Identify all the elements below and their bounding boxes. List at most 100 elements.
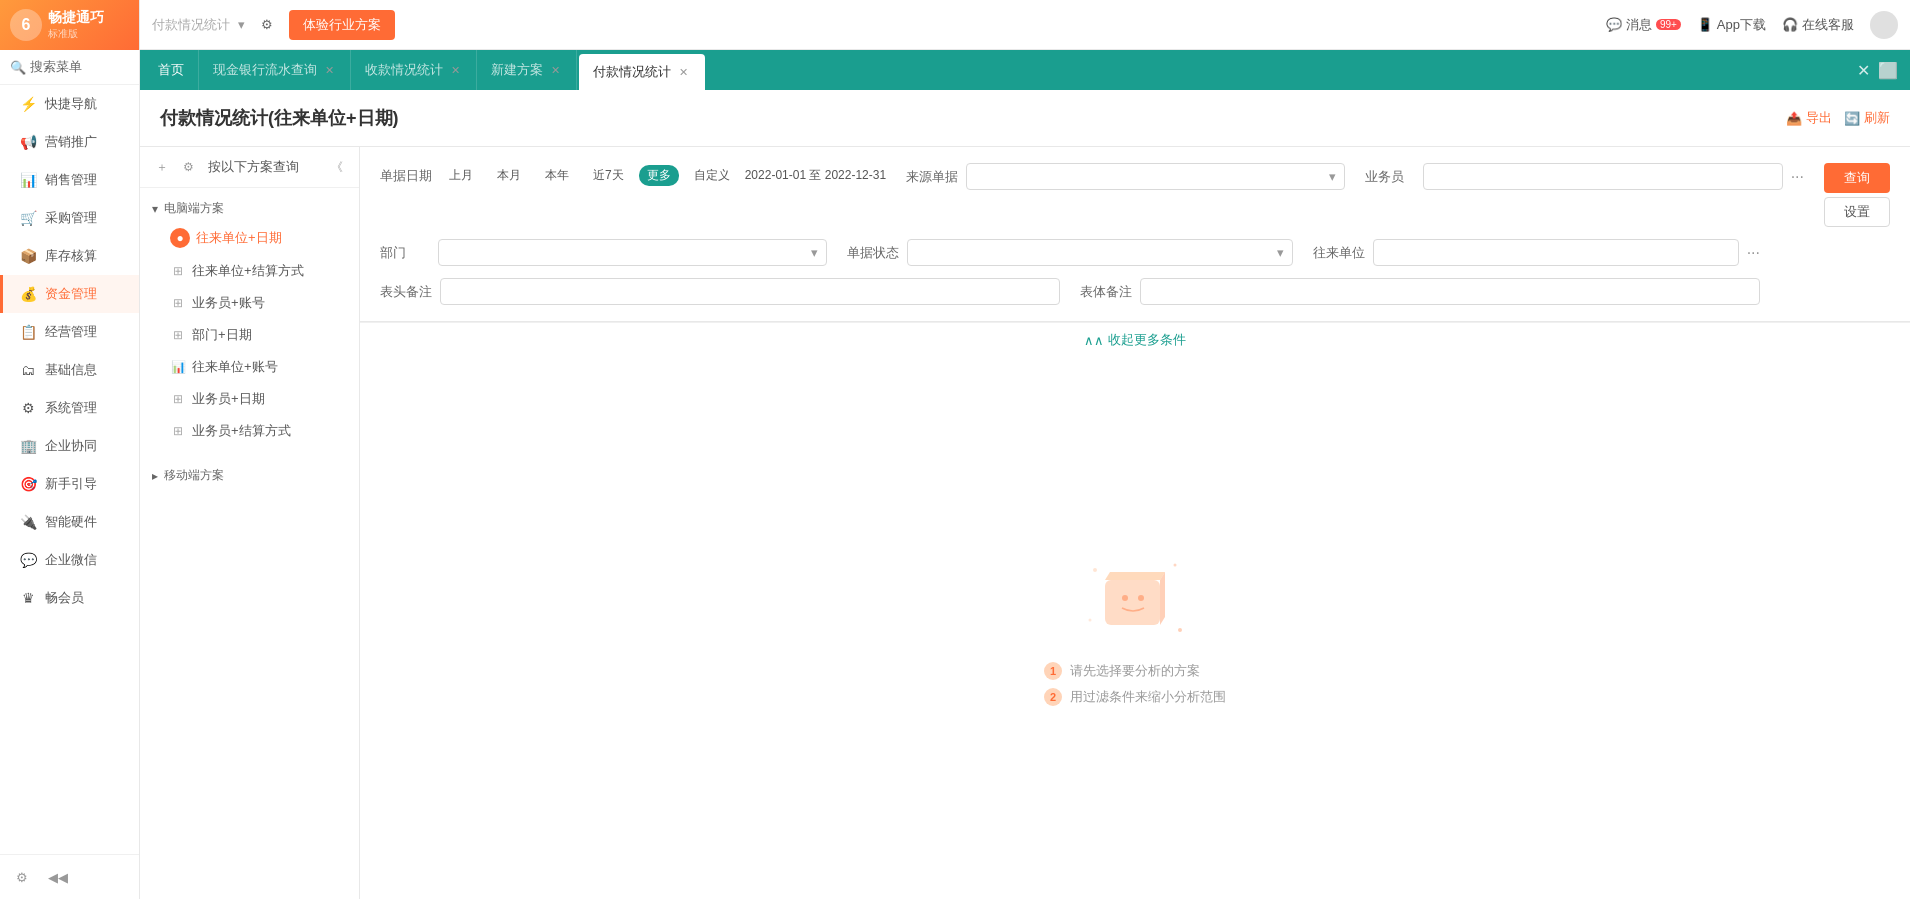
header-dropdown-arrow[interactable]: ▾ <box>238 17 245 32</box>
header-gear-btn[interactable]: ⚙ <box>253 11 281 39</box>
scheme-item-dept-date[interactable]: ⊞ 部门+日期 <box>140 319 359 351</box>
scheme-item-unit-account[interactable]: 📊 往来单位+账号 <box>140 351 359 383</box>
scheme-item-unit-date[interactable]: ● 往来单位+日期 <box>140 221 359 255</box>
date-btn-7days[interactable]: 近7天 <box>584 163 633 188</box>
body-remark-input[interactable] <box>1140 278 1760 305</box>
tab-new-scheme-close[interactable]: ✕ <box>549 62 562 79</box>
user-avatar[interactable] <box>1870 11 1898 39</box>
collapse-scheme-icon[interactable]: 《 <box>327 157 347 177</box>
page-title: 付款情况统计(往来单位+日期) <box>160 106 399 130</box>
sidebar-item-operations[interactable]: 📋 经营管理 <box>0 313 139 351</box>
message-label: 消息 <box>1626 16 1652 34</box>
app-download-label: App下载 <box>1717 16 1766 34</box>
sidebar-item-basic-info[interactable]: 🗂 基础信息 <box>0 351 139 389</box>
message-btn[interactable]: 💬 消息 99+ <box>1606 16 1681 34</box>
tab-bank-flow-close[interactable]: ✕ <box>323 62 336 79</box>
body-remark-field: 表体备注 <box>1080 278 1760 305</box>
tab-bar-actions: ✕ ⬜ <box>1849 61 1906 80</box>
add-scheme-icon[interactable]: ＋ <box>152 157 172 177</box>
source-select[interactable]: ▾ <box>966 163 1345 190</box>
online-service-label: 在线客服 <box>1802 16 1854 34</box>
svg-point-0 <box>1093 568 1097 572</box>
export-btn[interactable]: 📤 导出 <box>1786 109 1832 127</box>
desktop-section: ▾ 电脑端方案 ● 往来单位+日期 ⊞ 往来单位+结算方式 ⊞ <box>140 188 359 455</box>
logo-sub: 标准版 <box>48 27 104 41</box>
empty-state: 1 请先选择要分析的方案 2 用过滤条件来缩小分析范围 <box>360 357 1910 899</box>
scheme-item-staff-settle[interactable]: ⊞ 业务员+结算方式 <box>140 415 359 447</box>
sidebar-item-weixin[interactable]: 💬 企业微信 <box>0 541 139 579</box>
date-btn-custom[interactable]: 自定义 <box>685 163 739 188</box>
voucher-status-select[interactable]: ▾ <box>907 239 1294 266</box>
date-range-text: 2022-01-01 至 2022-12-31 <box>745 167 886 184</box>
scheme-header-title: 按以下方案查询 <box>208 158 299 176</box>
sidebar-item-purchase[interactable]: 🛒 采购管理 <box>0 199 139 237</box>
sidebar-item-enterprise[interactable]: 🏢 企业协同 <box>0 427 139 465</box>
sidebar-item-capital[interactable]: 💰 资金管理 <box>0 275 139 313</box>
tab-receipt-close[interactable]: ✕ <box>449 62 462 79</box>
sidebar-item-inventory[interactable]: 📦 库存核算 <box>0 237 139 275</box>
tab-new-scheme[interactable]: 新建方案 ✕ <box>477 50 577 90</box>
sidebar-item-system[interactable]: ⚙ 系统管理 <box>0 389 139 427</box>
date-btn-this-year[interactable]: 本年 <box>536 163 578 188</box>
partner-field: 往来单位 ··· <box>1313 239 1760 266</box>
sidebar-item-label: 快捷导航 <box>45 95 97 113</box>
query-btn[interactable]: 查询 <box>1824 163 1890 193</box>
scheme-item-staff-date[interactable]: ⊞ 业务员+日期 <box>140 383 359 415</box>
sidebar-item-vip[interactable]: ♛ 畅会员 <box>0 579 139 617</box>
tab-receipt-stats-label: 收款情况统计 <box>365 61 443 79</box>
scheme-item-unit-settle[interactable]: ⊞ 往来单位+结算方式 <box>140 255 359 287</box>
date-btn-this-month[interactable]: 本月 <box>488 163 530 188</box>
staff-input[interactable] <box>1423 163 1783 190</box>
quick-nav-icon: ⚡ <box>19 95 37 113</box>
collapse-sidebar-btn[interactable]: ◀◀ <box>44 863 72 891</box>
mobile-section-title[interactable]: ▸ 移动端方案 <box>140 463 359 488</box>
chart-icon: 📊 <box>170 359 186 375</box>
tab-payment-close[interactable]: ✕ <box>677 64 690 81</box>
online-service-btn[interactable]: 🎧 在线客服 <box>1782 16 1854 34</box>
main-content: ＋ ⚙ 按以下方案查询 《 ▾ 电脑端方案 ● 往来单位+日期 <box>140 147 1910 899</box>
staff-dots[interactable]: ··· <box>1791 168 1804 186</box>
vip-icon: ♛ <box>19 589 37 607</box>
sidebar-item-sales[interactable]: 📊 销售管理 <box>0 161 139 199</box>
search-menu[interactable]: 🔍 搜索菜单 <box>0 50 139 85</box>
page-header-actions: 📤 导出 🔄 刷新 <box>1786 109 1890 127</box>
sidebar-item-quick-nav[interactable]: ⚡ 快捷导航 <box>0 85 139 123</box>
scheme-item-label: 业务员+账号 <box>192 294 265 312</box>
empty-hint-2: 2 用过滤条件来缩小分析范围 <box>1044 688 1226 706</box>
sidebar-item-hardware[interactable]: 🔌 智能硬件 <box>0 503 139 541</box>
collapse-label: 收起更多条件 <box>1108 331 1186 349</box>
settings-bottom-btn[interactable]: ⚙ <box>8 863 36 891</box>
tab-home[interactable]: 首页 <box>144 50 199 90</box>
date-label: 单据日期 <box>380 167 432 185</box>
maximize-btn[interactable]: ⬜ <box>1878 61 1898 80</box>
partner-input[interactable] <box>1373 239 1738 266</box>
sidebar-item-marketing[interactable]: 📢 营销推广 <box>0 123 139 161</box>
tab-payment-stats[interactable]: 付款情况统计 ✕ <box>579 54 705 90</box>
filter-settings-btn[interactable]: 设置 <box>1824 197 1890 227</box>
staff-field: 业务员 ··· <box>1365 163 1804 190</box>
date-more-btn[interactable]: 更多 <box>639 165 679 186</box>
scheme-item-staff-account[interactable]: ⊞ 业务员+账号 <box>140 287 359 319</box>
desktop-section-title[interactable]: ▾ 电脑端方案 <box>140 196 359 221</box>
enterprise-icon: 🏢 <box>19 437 37 455</box>
collapse-more-btn[interactable]: ∧∧ 收起更多条件 <box>1084 331 1186 349</box>
tab-bank-flow[interactable]: 现金银行流水查询 ✕ <box>199 50 351 90</box>
refresh-btn[interactable]: 🔄 刷新 <box>1844 109 1890 127</box>
empty-hint-1-text: 请先选择要分析的方案 <box>1070 662 1200 680</box>
scheme-settings-icon[interactable]: ⚙ <box>178 157 198 177</box>
tab-receipt-stats[interactable]: 收款情况统计 ✕ <box>351 50 477 90</box>
empty-cube-svg <box>1075 550 1195 650</box>
date-range-value: 2022-01-01 至 2022-12-31 <box>745 167 886 184</box>
date-btn-last-month[interactable]: 上月 <box>440 163 482 188</box>
sidebar-item-guide[interactable]: 🎯 新手引导 <box>0 465 139 503</box>
dept-select[interactable]: ▾ <box>438 239 827 266</box>
purchase-icon: 🛒 <box>19 209 37 227</box>
close-tab-btn[interactable]: ✕ <box>1857 61 1870 80</box>
svg-rect-4 <box>1105 580 1160 625</box>
header-remark-input[interactable] <box>440 278 1060 305</box>
trial-industry-btn[interactable]: 体验行业方案 <box>289 10 395 40</box>
app-download-btn[interactable]: 📱 App下载 <box>1697 16 1766 34</box>
partner-dots[interactable]: ··· <box>1747 244 1760 262</box>
sidebar-item-label: 企业协同 <box>45 437 97 455</box>
header-remark-label: 表头备注 <box>380 283 432 301</box>
